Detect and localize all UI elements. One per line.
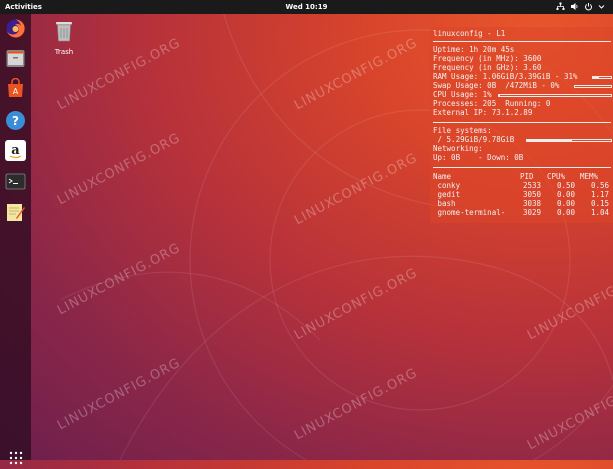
watermark: LINUXCONFIG.ORG	[292, 35, 421, 114]
trash-label: Trash	[54, 48, 74, 56]
filesystem-usage-bar-fill	[527, 140, 573, 141]
ram-usage-bar-fill	[593, 77, 599, 78]
watermark: LINUXCONFIG.ORG	[525, 265, 613, 344]
chevron-down-icon[interactable]	[598, 2, 607, 11]
conky-widget: linuxconfig - L1 Uptime: 1h 20m 45s Freq…	[430, 27, 613, 223]
trash-icon	[54, 22, 74, 46]
svg-text:a: a	[11, 143, 20, 158]
amazon-icon[interactable]: a	[5, 140, 26, 161]
conky-divider	[433, 41, 611, 42]
firefox-icon[interactable]	[5, 18, 26, 39]
terminal-icon[interactable]	[5, 171, 26, 192]
watermark: LINUXCONFIG.ORG	[292, 365, 421, 444]
filesystem-usage-bar	[526, 139, 612, 142]
conky-network-traffic: Up: 0B - Down: 0B	[433, 153, 524, 162]
conky-title: linuxconfig - L1	[433, 29, 506, 38]
watermark: LINUXCONFIG.ORG	[525, 375, 613, 454]
show-applications-icon[interactable]	[9, 450, 23, 465]
svg-text:?: ?	[12, 114, 19, 128]
top-bar: Activities Wed 10:19	[0, 0, 613, 14]
power-icon[interactable]	[584, 2, 593, 11]
files-icon[interactable]	[5, 48, 26, 69]
volume-icon[interactable]	[570, 2, 579, 11]
software-center-icon[interactable]: A	[5, 77, 26, 99]
watermark: LINUXCONFIG.ORG	[292, 150, 421, 229]
system-tray[interactable]	[556, 2, 607, 11]
cpu-usage-bar-fill	[499, 95, 501, 96]
svg-text:A: A	[13, 87, 19, 96]
process-name: gnome-terminal-	[433, 208, 506, 217]
network-icon[interactable]	[556, 2, 565, 11]
help-icon[interactable]: ?	[5, 110, 26, 131]
process-mem: 1.04	[591, 208, 610, 217]
clock[interactable]: Wed 10:19	[0, 3, 613, 11]
watermark: LINUXCONFIG.ORG	[55, 355, 184, 434]
cpu-usage-bar	[498, 94, 612, 97]
watermark: LINUXCONFIG.ORG	[292, 265, 421, 344]
watermark: LINUXCONFIG.ORG	[55, 240, 184, 319]
conky-external-ip: External IP: 73.1.2.89	[433, 108, 533, 117]
trash-desktop-item[interactable]: Trash	[50, 20, 78, 56]
ram-usage-bar	[592, 76, 612, 79]
process-pid: 3029	[523, 208, 542, 217]
text-editor-icon[interactable]	[5, 202, 26, 223]
conky-divider	[433, 122, 611, 123]
process-cpu: 0.00	[557, 208, 576, 217]
dock: A ? a	[0, 14, 31, 465]
swap-usage-bar	[574, 85, 612, 88]
watermark: LINUXCONFIG.ORG	[55, 130, 184, 209]
conky-divider	[433, 167, 611, 168]
